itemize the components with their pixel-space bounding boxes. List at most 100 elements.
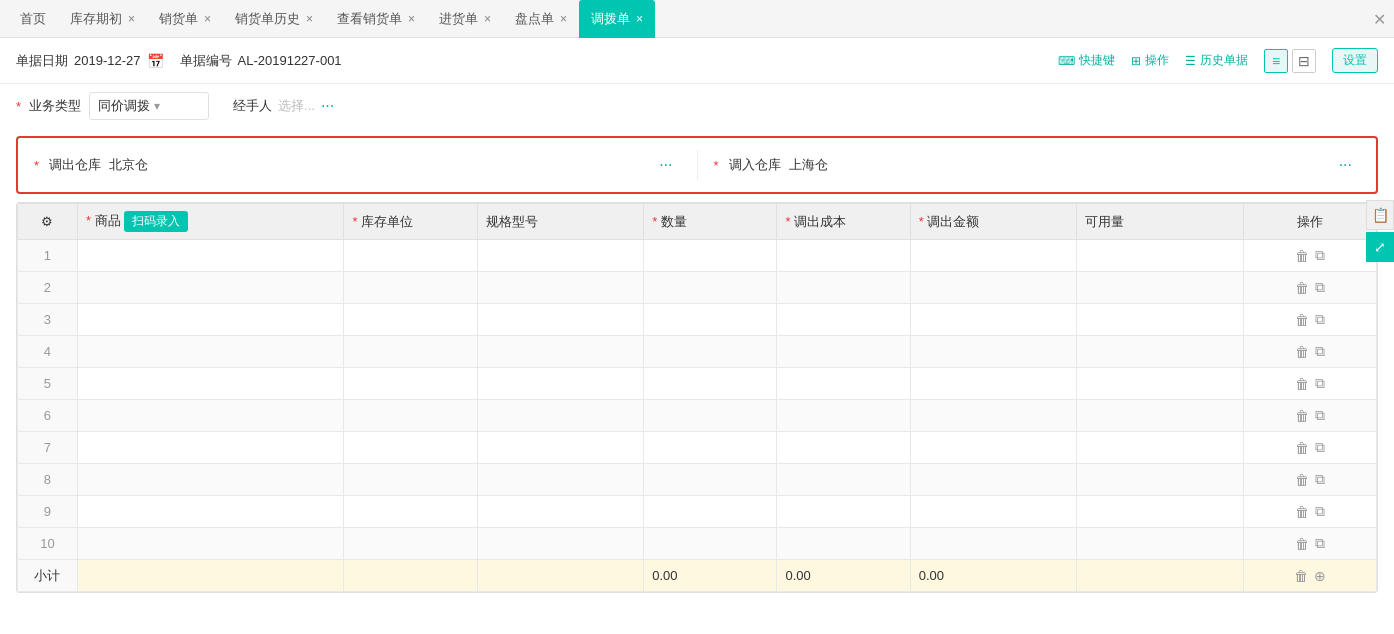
row-number: 4: [18, 336, 78, 368]
unit-cell: [344, 560, 477, 592]
close-icon[interactable]: ×: [306, 12, 313, 26]
delete-icon[interactable]: 🗑: [1295, 472, 1309, 488]
copy-icon[interactable]: ⧉: [1315, 311, 1325, 328]
warehouse-in-label: 调入仓库: [729, 156, 781, 174]
product-cell[interactable]: [77, 432, 343, 464]
items-table: ⚙ 商品 扫码录入 库存单位 规格型号 数量 调出成本 调出金额 可用量 操作 …: [17, 203, 1377, 592]
amount-cell: [910, 304, 1077, 336]
copy-icon[interactable]: ⧉: [1315, 343, 1325, 360]
shortcuts-action[interactable]: ⌨ 快捷键: [1058, 52, 1115, 69]
ops-cell: 🗑⧉: [1243, 528, 1376, 560]
spec-cell: [477, 496, 644, 528]
unit-cell: [344, 464, 477, 496]
table-row: 4 🗑 ⧉: [18, 336, 1377, 368]
delete-icon[interactable]: 🗑: [1295, 408, 1309, 424]
calendar-icon[interactable]: 📅: [147, 53, 164, 69]
tab-stocktake[interactable]: 盘点单 ×: [503, 0, 579, 38]
gear-column-header[interactable]: ⚙: [18, 204, 78, 240]
business-type-select[interactable]: 同价调拨 ▾: [89, 92, 209, 120]
note-button[interactable]: 📋: [1366, 200, 1394, 230]
copy-icon[interactable]: ⧉: [1315, 247, 1325, 264]
layout-list-button[interactable]: ≡: [1264, 49, 1288, 73]
doc-num-value: AL-20191227-001: [238, 53, 342, 68]
delete-icon[interactable]: 🗑: [1294, 568, 1308, 584]
tab-inventory-init[interactable]: 库存期初 ×: [58, 0, 147, 38]
qty-cell: [644, 432, 777, 464]
tab-sales-order[interactable]: 销货单 ×: [147, 0, 223, 38]
copy-icon[interactable]: ⧉: [1315, 439, 1325, 456]
table-body: 1🗑⧉2🗑⧉3🗑⧉4🗑⧉5🗑⧉6🗑⧉7🗑⧉8🗑⧉9🗑⧉10🗑⧉小计0.000.0…: [18, 240, 1377, 592]
product-cell[interactable]: [77, 304, 343, 336]
product-cell[interactable]: [77, 272, 343, 304]
table-row: 3🗑⧉: [18, 304, 1377, 336]
tab-sales-history[interactable]: 销货单历史 ×: [223, 0, 325, 38]
close-icon[interactable]: ×: [204, 12, 211, 26]
unit-cell: [344, 528, 477, 560]
delete-icon[interactable]: 🗑: [1295, 376, 1309, 392]
tab-bar-close-button[interactable]: ✕: [1373, 9, 1386, 28]
qty-cell: [644, 400, 777, 432]
copy-icon[interactable]: ⧉: [1315, 471, 1325, 488]
close-icon[interactable]: ×: [128, 12, 135, 26]
delete-icon[interactable]: 🗑: [1295, 440, 1309, 456]
product-cell[interactable]: [77, 336, 343, 368]
scan-button[interactable]: 扫码录入: [124, 211, 188, 232]
product-cell[interactable]: [77, 368, 343, 400]
avail-cell: [1077, 272, 1244, 304]
form-header-right: ⌨ 快捷键 ⊞ 操作 ☰ 历史单据 ≡ ⊟ 设置: [1058, 48, 1378, 73]
spec-cell: [477, 464, 644, 496]
amount-cell: [910, 432, 1077, 464]
product-cell[interactable]: [77, 464, 343, 496]
close-icon[interactable]: ×: [560, 12, 567, 26]
tab-bar: 首页 库存期初 × 销货单 × 销货单历史 × 查看销货单 × 进货单 × 盘点…: [0, 0, 1394, 38]
settings-button[interactable]: 设置: [1332, 48, 1378, 73]
product-column-header: 商品 扫码录入: [77, 204, 343, 240]
delete-icon[interactable]: 🗑: [1295, 344, 1309, 360]
table-header-row: ⚙ 商品 扫码录入 库存单位 规格型号 数量 调出成本 调出金额 可用量 操作: [18, 204, 1377, 240]
table-row: 7 🗑 ⧉: [18, 432, 1377, 464]
cost-cell: [777, 368, 910, 400]
copy-icon[interactable]: ⧉: [1315, 503, 1325, 520]
expand-button[interactable]: ⤢: [1366, 232, 1394, 262]
amount-cell: [910, 528, 1077, 560]
qty-cell: [644, 528, 777, 560]
operations-action[interactable]: ⊞ 操作: [1131, 52, 1169, 69]
close-icon[interactable]: ×: [636, 12, 643, 26]
delete-icon[interactable]: 🗑: [1295, 312, 1309, 328]
warehouse-out-more-icon[interactable]: ···: [651, 156, 680, 174]
delete-icon[interactable]: 🗑: [1295, 536, 1309, 552]
table-row: 10🗑⧉: [18, 528, 1377, 560]
avail-cell: [1077, 304, 1244, 336]
history-action[interactable]: ☰ 历史单据: [1185, 52, 1248, 69]
tab-view-sales[interactable]: 查看销货单 ×: [325, 0, 427, 38]
product-cell[interactable]: [77, 496, 343, 528]
unit-cell: [344, 240, 477, 272]
delete-icon[interactable]: 🗑: [1295, 280, 1309, 296]
delete-icon[interactable]: 🗑: [1295, 248, 1309, 264]
tab-transfer[interactable]: 调拨单 ×: [579, 0, 655, 38]
warehouse-in-more-icon[interactable]: ···: [1331, 156, 1360, 174]
person-more-icon[interactable]: ···: [321, 97, 334, 115]
product-cell[interactable]: [77, 240, 343, 272]
copy-icon[interactable]: ⧉: [1315, 407, 1325, 424]
add-row-icon[interactable]: ⊕: [1314, 568, 1326, 584]
close-icon[interactable]: ×: [484, 12, 491, 26]
row-number: 7: [18, 432, 78, 464]
close-icon[interactable]: ×: [408, 12, 415, 26]
product-cell[interactable]: [77, 528, 343, 560]
person-placeholder[interactable]: 选择...: [278, 97, 315, 115]
copy-icon[interactable]: ⧉: [1315, 279, 1325, 296]
copy-icon[interactable]: ⧉: [1315, 375, 1325, 392]
items-table-container: ⚙ 商品 扫码录入 库存单位 规格型号 数量 调出成本 调出金额 可用量 操作 …: [16, 202, 1378, 593]
copy-icon[interactable]: ⧉: [1315, 535, 1325, 552]
cost-cell: [777, 464, 910, 496]
delete-icon[interactable]: 🗑: [1295, 504, 1309, 520]
product-cell[interactable]: [77, 400, 343, 432]
qty-cell: [644, 464, 777, 496]
warehouse-out-field: * 调出仓库 北京仓 ···: [34, 156, 681, 174]
layout-toggle: ≡ ⊟: [1264, 49, 1316, 73]
layout-grid-button[interactable]: ⊟: [1292, 49, 1316, 73]
tab-purchase-order[interactable]: 进货单 ×: [427, 0, 503, 38]
amount-cell: [910, 240, 1077, 272]
tab-home[interactable]: 首页: [8, 0, 58, 38]
